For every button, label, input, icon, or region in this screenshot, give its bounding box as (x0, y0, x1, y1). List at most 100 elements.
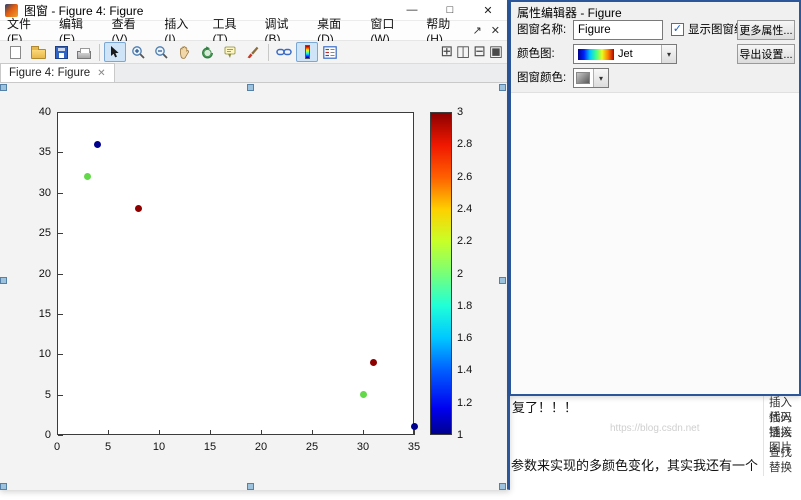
menu-insert[interactable]: 插入(I) (157, 17, 205, 46)
figure-canvas: 0 5 10 15 20 25 30 35 0 5 10 15 20 25 30 35 40 1 1.2 1.4 1.6… (0, 83, 507, 490)
zoom-in-button[interactable] (127, 42, 149, 62)
brush-button[interactable] (242, 42, 264, 62)
data-cursor-button[interactable] (219, 42, 241, 62)
watermark-text: https://blog.csdn.net (610, 423, 700, 434)
menubar-close-icon[interactable]: ✕ (491, 24, 500, 37)
zoom-out-button[interactable] (150, 42, 172, 62)
colorbar-tick-label: 2 (457, 267, 464, 280)
x-tick-mark (312, 430, 313, 435)
y-tick-mark (58, 192, 63, 194)
x-tick-label: 10 (152, 441, 166, 453)
menu-bar: 文件(F) 编辑(E) 查看(V) 插入(I) 工具(T) 调试(B) 桌面(D… (0, 17, 507, 46)
y-tick-label: 40 (38, 106, 51, 118)
y-tick-label: 30 (38, 186, 51, 199)
screen: 复了！！！ 插入代码 插入链接 插入图片 查找 替换 https://blog.… (0, 0, 801, 500)
figure-name-input[interactable] (573, 20, 663, 40)
colorbar-tick-label: 3 (457, 106, 464, 118)
colorbar-tick-label: 1.2 (457, 396, 473, 409)
colorbar-tick-label: 1 (457, 429, 464, 441)
edit-plot-button[interactable] (104, 42, 126, 62)
selection-handle[interactable] (247, 483, 254, 490)
brush-icon (247, 46, 259, 59)
print-button[interactable] (73, 42, 95, 62)
menu-item-insert-image[interactable]: 插入图片 (769, 426, 801, 454)
insert-colorbar-button[interactable] (296, 42, 318, 62)
open-file-button[interactable] (27, 42, 49, 62)
colorbar-tick-label: 2.4 (457, 202, 473, 215)
property-editor-body (511, 92, 799, 394)
selection-handle[interactable] (499, 277, 506, 284)
menu-debug[interactable]: 调试(B) (257, 17, 310, 46)
zoom-out-icon (154, 45, 168, 59)
save-button[interactable] (50, 42, 72, 62)
y-tick-label: 25 (38, 227, 51, 240)
menu-tools[interactable]: 工具(T) (205, 17, 257, 46)
tab-label: Figure 4: Figure (9, 67, 91, 79)
y-tick-mark (58, 435, 63, 436)
x-tick-mark (108, 430, 109, 435)
colorbar-tick-label: 1.8 (457, 299, 473, 312)
insert-legend-button[interactable] (319, 42, 341, 62)
close-button[interactable]: ✕ (469, 0, 507, 20)
menu-window[interactable]: 窗口(W) (363, 17, 419, 46)
selection-handle[interactable] (0, 483, 7, 490)
layout-horizontal-split-icon[interactable]: ⊟ (473, 42, 486, 62)
export-settings-button[interactable]: 导出设置... (737, 44, 795, 64)
x-tick-mark (159, 430, 160, 435)
save-icon (54, 45, 68, 59)
new-figure-button[interactable] (4, 42, 26, 62)
selection-handle[interactable] (0, 277, 7, 284)
x-tick-label: 15 (203, 441, 217, 453)
layout-grid-icon[interactable]: ⊞ (440, 42, 453, 62)
colorbar-tick-label: 1.6 (457, 332, 473, 345)
menu-desktop[interactable]: 桌面(D) (310, 17, 363, 46)
scatter-point (410, 423, 418, 431)
menu-item-insert-link[interactable]: 插入链接 (769, 411, 801, 439)
menu-help[interactable]: 帮助(H) (419, 17, 472, 46)
selection-handle[interactable] (499, 84, 506, 91)
colorbar-tick-label: 2.2 (457, 235, 473, 248)
y-tick-label: 5 (44, 388, 51, 401)
colormap-dropdown[interactable]: Jet ▾ (573, 44, 677, 64)
figure-color-dropdown[interactable]: ▾ (573, 68, 609, 88)
dock-icon[interactable]: ↗ (473, 24, 482, 37)
selection-handle[interactable] (247, 84, 254, 91)
webpage-paragraph: 参数来实现的多颜色变化，其实我还有一个 (511, 458, 759, 473)
more-properties-button[interactable]: 更多属性... (737, 20, 795, 40)
print-icon (77, 47, 91, 59)
colorbar-tick-label: 1.4 (457, 364, 473, 377)
x-tick-label: 35 (407, 441, 421, 453)
y-tick-mark (58, 313, 63, 315)
colormap-label: 颜色图: (517, 48, 555, 60)
y-tick-mark (58, 273, 63, 275)
figure-name-label: 图窗名称: (517, 24, 567, 36)
menu-view[interactable]: 查看(V) (105, 17, 158, 46)
tab-figure-4[interactable]: Figure 4: Figure ✕ (0, 63, 115, 82)
layout-vertical-split-icon[interactable]: ◫ (456, 42, 470, 62)
pan-hand-icon (180, 45, 190, 59)
menu-edit[interactable]: 编辑(E) (52, 17, 105, 46)
tab-bar: Figure 4: Figure ✕ (0, 63, 507, 83)
link-plots-icon (276, 48, 292, 56)
menu-file[interactable]: 文件(F) (0, 17, 52, 46)
selection-handle[interactable] (499, 483, 506, 490)
rotate-3d-button[interactable] (196, 42, 218, 62)
jet-colormap-preview-icon (578, 48, 614, 60)
color-swatch-icon (576, 72, 590, 84)
tab-close-icon[interactable]: ✕ (97, 68, 105, 79)
menubar-corner-controls: ↗ ✕ (473, 24, 507, 37)
x-tick-label: 5 (104, 441, 112, 453)
layout-float-icon[interactable]: ▣ (489, 42, 503, 62)
scatter-point (369, 358, 377, 366)
selection-handle[interactable] (0, 84, 7, 91)
menu-item-insert-code[interactable]: 插入代码 (769, 396, 801, 424)
pan-button[interactable] (173, 42, 195, 62)
figure-color-label: 图窗颜色: (517, 72, 567, 84)
y-tick-label: 35 (38, 146, 51, 159)
arrow-cursor-icon (111, 46, 119, 58)
show-figure-number-checkbox[interactable]: ✓ (671, 23, 684, 36)
y-tick-mark (58, 152, 63, 154)
x-tick-label: 20 (254, 441, 268, 453)
link-plots-button[interactable] (273, 42, 295, 62)
colormap-value: Jet (618, 48, 633, 60)
